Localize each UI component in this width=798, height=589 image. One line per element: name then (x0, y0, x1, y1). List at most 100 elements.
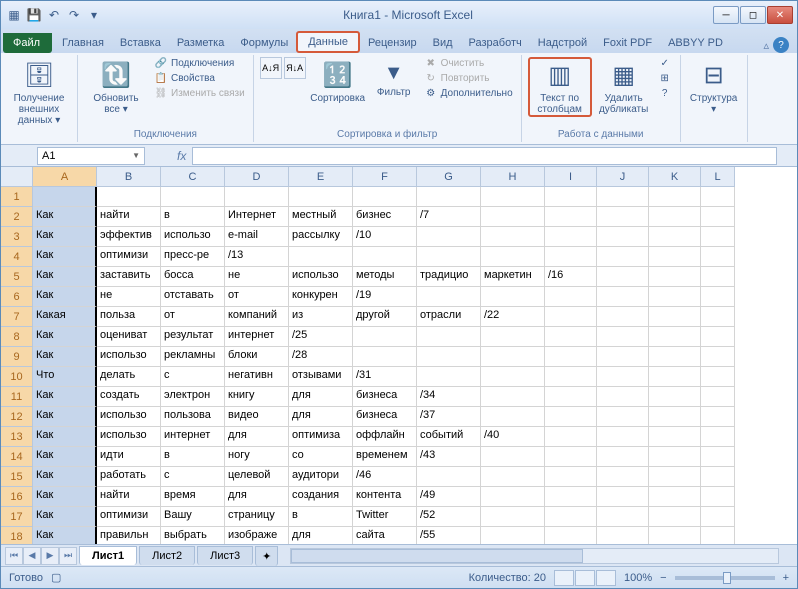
cell[interactable] (649, 327, 701, 347)
cell[interactable]: пользова (161, 407, 225, 427)
cell[interactable] (649, 467, 701, 487)
cell[interactable] (597, 247, 649, 267)
cell[interactable]: страницу (225, 507, 289, 527)
sheet-nav-prev[interactable]: ◀ (23, 547, 41, 565)
cell[interactable]: найти (97, 207, 161, 227)
cell[interactable] (481, 227, 545, 247)
help-icon[interactable]: ? (773, 37, 789, 53)
column-header[interactable]: G (417, 167, 481, 187)
cell[interactable] (649, 347, 701, 367)
cell[interactable] (481, 287, 545, 307)
cell[interactable]: время (161, 487, 225, 507)
undo-icon[interactable]: ↶ (45, 6, 63, 24)
tab-home[interactable]: Главная (54, 32, 112, 53)
cell[interactable] (481, 387, 545, 407)
advanced-filter-button[interactable]: ⚙Дополнительно (422, 87, 515, 100)
cell[interactable]: в (161, 207, 225, 227)
cell[interactable]: не (225, 267, 289, 287)
cell[interactable]: /22 (481, 307, 545, 327)
data-validation-button[interactable]: ✓ (656, 57, 674, 70)
cell[interactable] (597, 327, 649, 347)
cell[interactable]: электрон (161, 387, 225, 407)
cell[interactable] (545, 347, 597, 367)
cell[interactable]: в (289, 507, 353, 527)
connections-button[interactable]: 🔗Подключения (152, 57, 247, 70)
cell[interactable] (481, 187, 545, 207)
cell[interactable] (649, 187, 701, 207)
cell[interactable] (701, 407, 735, 427)
cell[interactable] (701, 207, 735, 227)
cell[interactable]: для (289, 527, 353, 544)
cell[interactable]: /19 (353, 287, 417, 307)
cell[interactable]: идти (97, 447, 161, 467)
cell[interactable] (649, 387, 701, 407)
view-normal-button[interactable] (554, 570, 574, 586)
cell[interactable]: Вашу (161, 507, 225, 527)
cell[interactable]: оптимиза (289, 427, 353, 447)
formula-input[interactable] (192, 147, 777, 165)
tab-developer[interactable]: Разработч (461, 32, 530, 53)
cell[interactable] (649, 267, 701, 287)
cell[interactable] (545, 447, 597, 467)
cell[interactable] (701, 507, 735, 527)
zoom-slider[interactable] (675, 576, 775, 580)
cell[interactable] (701, 447, 735, 467)
cell[interactable] (225, 187, 289, 207)
cell[interactable]: Twitter (353, 507, 417, 527)
cell[interactable] (545, 227, 597, 247)
cell[interactable] (597, 367, 649, 387)
cell[interactable] (701, 287, 735, 307)
cell[interactable] (353, 187, 417, 207)
column-header[interactable]: F (353, 167, 417, 187)
cell[interactable]: /37 (417, 407, 481, 427)
cell[interactable]: отставать (161, 287, 225, 307)
cell[interactable] (649, 207, 701, 227)
cell[interactable]: босса (161, 267, 225, 287)
cell[interactable] (597, 507, 649, 527)
column-header[interactable]: K (649, 167, 701, 187)
cell[interactable]: создания (289, 487, 353, 507)
cell[interactable]: Как (33, 287, 97, 307)
cell[interactable]: Как (33, 247, 97, 267)
row-header[interactable]: 18 (1, 527, 33, 544)
cell[interactable] (545, 407, 597, 427)
cell[interactable]: заставить (97, 267, 161, 287)
row-header[interactable]: 3 (1, 227, 33, 247)
cell[interactable]: для (225, 427, 289, 447)
whatif-button[interactable]: ? (656, 87, 674, 100)
cell[interactable]: рекламны (161, 347, 225, 367)
cell[interactable]: другой (353, 307, 417, 327)
cell[interactable]: Как (33, 407, 97, 427)
cell[interactable]: блоки (225, 347, 289, 367)
cell[interactable]: не (97, 287, 161, 307)
cell[interactable] (481, 207, 545, 227)
cell[interactable] (545, 207, 597, 227)
sort-asc-icon[interactable]: A↓Я (260, 57, 282, 79)
cell[interactable]: отрасли (417, 307, 481, 327)
cell[interactable] (353, 247, 417, 267)
column-header[interactable]: B (97, 167, 161, 187)
column-header[interactable]: L (701, 167, 735, 187)
cell[interactable]: из (289, 307, 353, 327)
row-header[interactable]: 9 (1, 347, 33, 367)
ribbon-minimize-icon[interactable]: ▵ (763, 39, 769, 52)
sort-button[interactable]: 🔢Сортировка (310, 57, 366, 106)
cell[interactable] (481, 487, 545, 507)
cell[interactable] (545, 427, 597, 447)
row-header[interactable]: 2 (1, 207, 33, 227)
cell[interactable]: /43 (417, 447, 481, 467)
close-button[interactable]: ✕ (767, 6, 793, 24)
cell[interactable] (545, 507, 597, 527)
cell[interactable] (417, 347, 481, 367)
cell[interactable]: с (161, 367, 225, 387)
cell[interactable] (597, 187, 649, 207)
cell[interactable] (597, 387, 649, 407)
cell[interactable]: Как (33, 507, 97, 527)
sheet-tab-3[interactable]: Лист3 (197, 546, 253, 565)
sheet-nav-first[interactable]: ⏮ (5, 547, 23, 565)
sheet-nav-next[interactable]: ▶ (41, 547, 59, 565)
tab-view[interactable]: Вид (425, 32, 461, 53)
cell[interactable]: традицио (417, 267, 481, 287)
column-header[interactable]: E (289, 167, 353, 187)
cell[interactable]: оптимизи (97, 507, 161, 527)
